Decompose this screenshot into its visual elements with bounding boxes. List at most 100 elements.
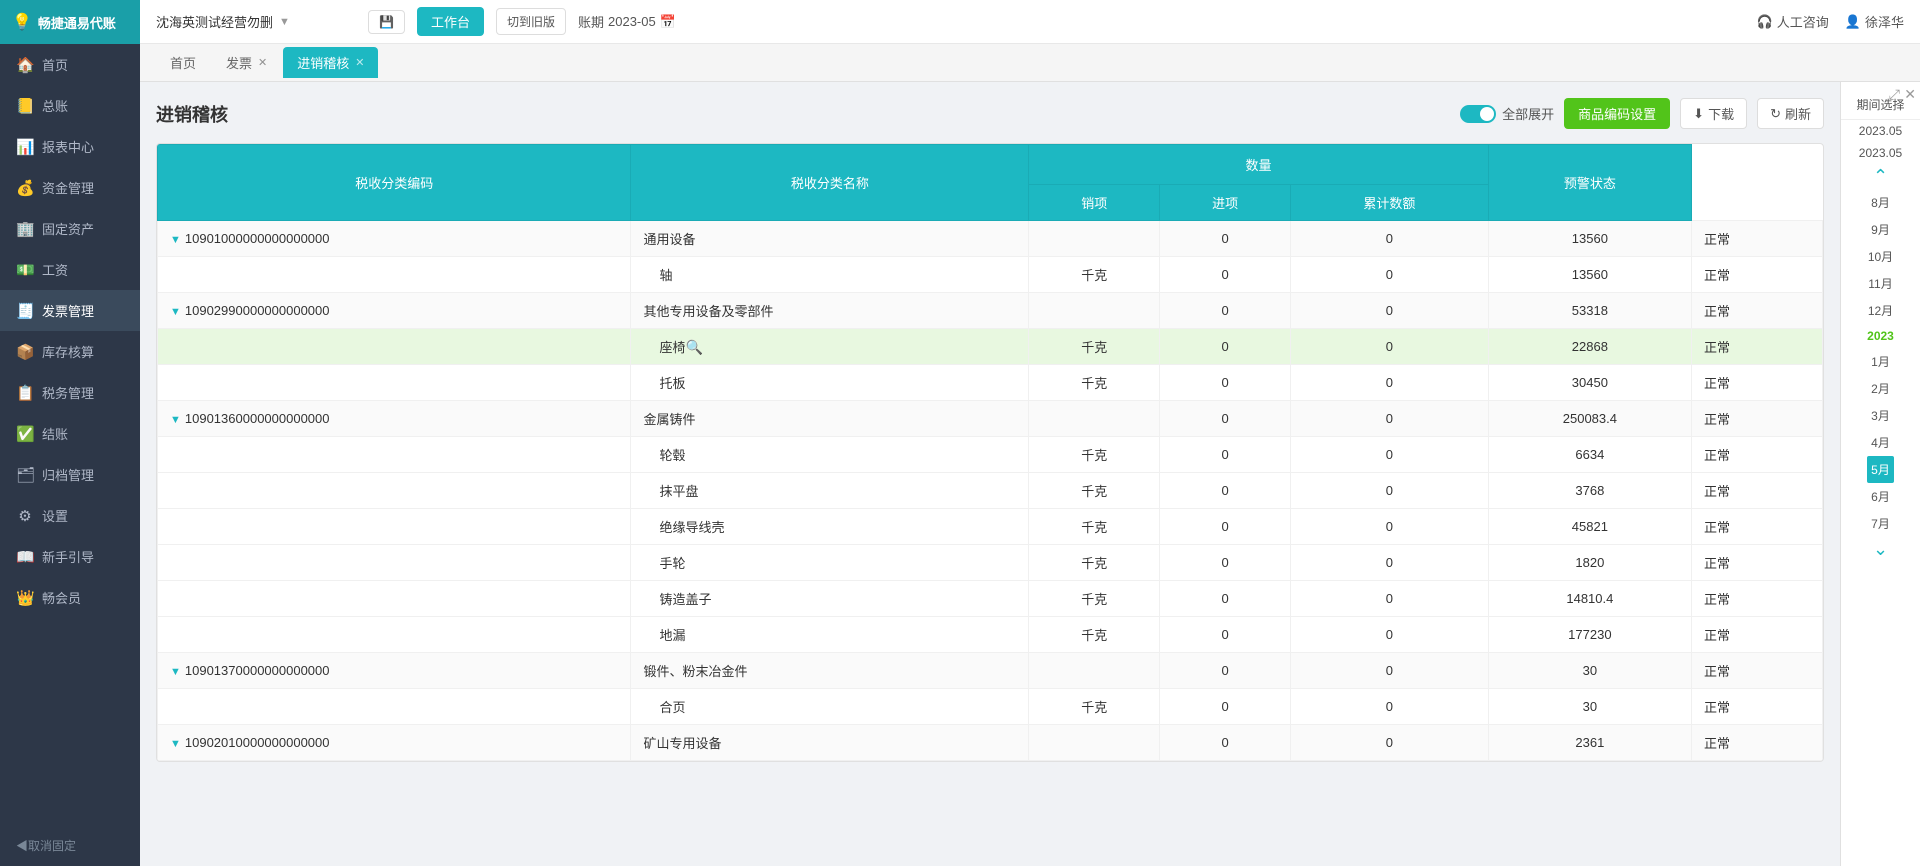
panel-expand-icon[interactable]: ⤢: [1889, 86, 1900, 103]
product-code-button[interactable]: 商品编码设置: [1564, 98, 1670, 129]
table-cell-status: 正常: [1692, 545, 1823, 581]
table-cell-unit: 千克: [1029, 257, 1160, 293]
save-draft-button[interactable]: 💾: [368, 10, 405, 34]
sidebar-item-assets[interactable]: 🏢 固定资产: [0, 208, 140, 249]
table-cell-unit: 千克: [1029, 329, 1160, 365]
panel-month-item[interactable]: 2月: [1867, 375, 1894, 402]
sidebar-footer-pin[interactable]: ◀取消固定: [0, 825, 140, 866]
panel-down-arrow[interactable]: ⌄: [1841, 537, 1920, 562]
sidebar-item-reports[interactable]: 📊 报表中心: [0, 126, 140, 167]
company-selector[interactable]: 沈海英测试经营勿删 ▼: [156, 12, 356, 31]
table-cell-total: 2361: [1488, 725, 1691, 761]
table-cell-code: [158, 437, 631, 473]
table-cell-status: 正常: [1692, 689, 1823, 725]
panel-month-item[interactable]: 11月: [1867, 270, 1894, 297]
sidebar-item-member[interactable]: 👑 畅会员: [0, 577, 140, 618]
sidebar-item-inventory[interactable]: 📦 库存核算: [0, 331, 140, 372]
table-cell-unit: 千克: [1029, 365, 1160, 401]
tab-home[interactable]: 首页: [156, 47, 210, 78]
table-cell-code: ▼10901360000000000000: [158, 401, 631, 437]
sidebar-item-label: 总账: [42, 96, 68, 115]
panel-close-icon[interactable]: ✕: [1904, 86, 1916, 103]
sidebar-item-label: 资金管理: [42, 178, 94, 197]
assets-icon: 🏢: [16, 220, 34, 238]
table-cell-unit: [1029, 401, 1160, 437]
table-cell-name: 轴: [631, 257, 1029, 293]
tab-invoice-close-icon[interactable]: ✕: [258, 56, 267, 69]
tax-icon: 📋: [16, 384, 34, 402]
page-content: 进销稽核 全部展开 商品编码设置 ⬇ 下载 ↻ 刷新: [140, 82, 1840, 866]
chevron-down-icon: ▼: [279, 16, 290, 28]
refresh-button[interactable]: ↻ 刷新: [1757, 98, 1824, 129]
sidebar-item-settle[interactable]: ✅ 结账: [0, 413, 140, 454]
support-button[interactable]: 🎧 人工咨询: [1757, 12, 1829, 31]
table-cell-total: 30: [1488, 653, 1691, 689]
table-cell-unit: [1029, 221, 1160, 257]
switch-version-button[interactable]: 切到旧版: [496, 8, 566, 35]
sidebar-item-settings[interactable]: ⚙ 设置: [0, 495, 140, 536]
tab-invoice[interactable]: 发票 ✕: [212, 47, 281, 78]
table-cell-sale: 0: [1160, 473, 1291, 509]
panel-month-item[interactable]: 8月: [1867, 189, 1894, 216]
sidebar-item-invoice[interactable]: 🧾 发票管理: [0, 290, 140, 331]
table-cell-unit: 千克: [1029, 509, 1160, 545]
table-cell-purchase: 0: [1291, 653, 1489, 689]
search-icon[interactable]: 🔍: [685, 339, 702, 356]
topbar: 沈海英测试经营勿删 ▼ 💾 工作台 切到旧版 账期 2023-05 📅 🎧 人工…: [140, 0, 1920, 44]
table-cell-code: [158, 689, 631, 725]
tab-reconcile[interactable]: 进销稽核 ✕: [283, 47, 378, 78]
table-cell-status: 正常: [1692, 221, 1823, 257]
refresh-icon: ↻: [1770, 106, 1781, 122]
panel-month-item[interactable]: 6月: [1867, 483, 1894, 510]
sidebar-item-archive[interactable]: 🗂 归档管理: [0, 454, 140, 495]
table-cell-total: 13560: [1488, 221, 1691, 257]
table-cell-status: 正常: [1692, 437, 1823, 473]
panel-up-arrow[interactable]: ⌃: [1841, 164, 1920, 189]
panel-month-item[interactable]: 4月: [1867, 429, 1894, 456]
download-icon: ⬇: [1693, 106, 1704, 122]
panel-month-item[interactable]: 7月: [1867, 510, 1894, 537]
tab-reconcile-close-icon[interactable]: ✕: [355, 56, 364, 69]
panel-month-item[interactable]: 10月: [1867, 243, 1894, 270]
table-cell-status: 正常: [1692, 257, 1823, 293]
company-name: 沈海英测试经营勿删: [156, 12, 273, 31]
sidebar-item-tax[interactable]: 📋 税务管理: [0, 372, 140, 413]
panel-month-item[interactable]: 1月: [1867, 348, 1894, 375]
panel-month-item[interactable]: 2023: [1867, 324, 1894, 348]
sidebar-item-salary[interactable]: 💵 工资: [0, 249, 140, 290]
collapse-icon[interactable]: ▼: [170, 738, 181, 750]
table-cell-purchase: 0: [1291, 581, 1489, 617]
table-cell-total: 250083.4: [1488, 401, 1691, 437]
calendar-icon[interactable]: 📅: [660, 14, 676, 30]
download-button[interactable]: ⬇ 下载: [1680, 98, 1747, 129]
expand-toggle-text: 全部展开: [1502, 104, 1554, 123]
col-header-name: 税收分类名称: [631, 145, 1029, 221]
collapse-icon[interactable]: ▼: [170, 234, 181, 246]
table-cell-status: 正常: [1692, 293, 1823, 329]
sidebar-item-guide[interactable]: 📖 新手引导: [0, 536, 140, 577]
table-cell-name: 金属铸件: [631, 401, 1029, 437]
sidebar-item-home[interactable]: 🏠 首页: [0, 44, 140, 85]
user-profile[interactable]: 👤 徐泽华: [1845, 12, 1904, 31]
panel-month-item[interactable]: 9月: [1867, 216, 1894, 243]
table-cell-code: [158, 329, 631, 365]
table-cell-unit: 千克: [1029, 545, 1160, 581]
collapse-icon[interactable]: ▼: [170, 666, 181, 678]
collapse-icon[interactable]: ▼: [170, 414, 181, 426]
panel-month-item[interactable]: 3月: [1867, 402, 1894, 429]
workbench-button[interactable]: 工作台: [417, 7, 484, 36]
expand-toggle[interactable]: [1460, 105, 1496, 123]
table-cell-status: 正常: [1692, 617, 1823, 653]
period-label: 账期: [578, 12, 604, 31]
panel-month-item[interactable]: 12月: [1867, 297, 1894, 324]
topbar-period: 账期 2023-05 📅: [578, 12, 676, 31]
col-sub-sale: 销项: [1029, 185, 1160, 221]
table-cell-total: 6634: [1488, 437, 1691, 473]
tab-home-label: 首页: [170, 53, 196, 72]
sidebar-item-ledger[interactable]: 📒 总账: [0, 85, 140, 126]
panel-month-item[interactable]: 5月: [1867, 456, 1894, 483]
table-cell-name: 绝缘导线壳: [631, 509, 1029, 545]
collapse-icon[interactable]: ▼: [170, 306, 181, 318]
sidebar-item-funds[interactable]: 💰 资金管理: [0, 167, 140, 208]
sidebar-nav: 🏠 首页 📒 总账 📊 报表中心 💰 资金管理 🏢 固定资产 💵 工资 🧾 发票…: [0, 44, 140, 825]
